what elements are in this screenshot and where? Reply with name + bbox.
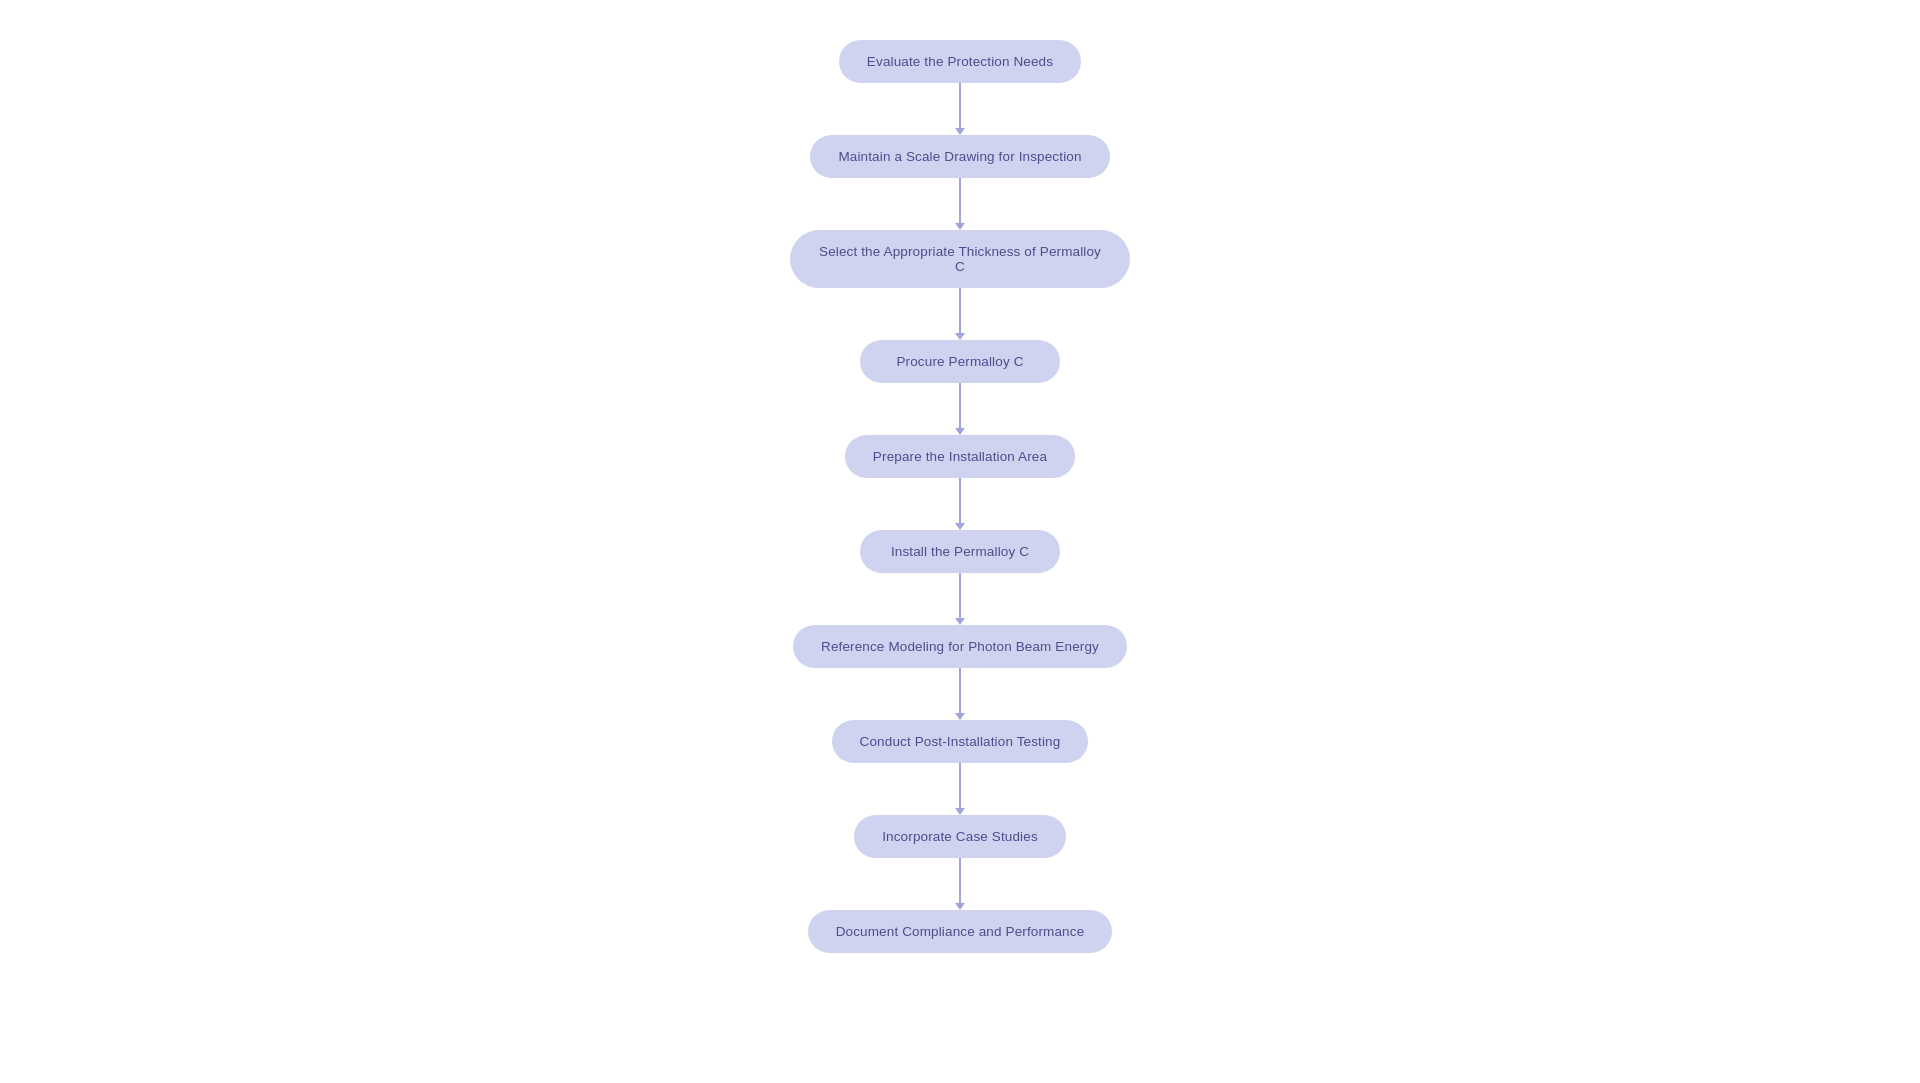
arrow-head-6 (955, 618, 965, 625)
node-4[interactable]: Procure Permalloy C (860, 340, 1060, 383)
node-10[interactable]: Document Compliance and Performance (808, 910, 1113, 953)
node-5[interactable]: Prepare the Installation Area (845, 435, 1075, 478)
node-7[interactable]: Reference Modeling for Photon Beam Energ… (793, 625, 1127, 668)
node-1[interactable]: Evaluate the Protection Needs (839, 40, 1081, 83)
arrow-head-4 (955, 428, 965, 435)
flow-arrow-6 (955, 573, 965, 625)
flow-arrow-3 (955, 288, 965, 340)
flow-arrow-9 (955, 858, 965, 910)
flowchart: Evaluate the Protection Needs Maintain a … (760, 10, 1160, 983)
arrow-line-7 (959, 668, 961, 713)
arrow-line-2 (959, 178, 961, 223)
flow-arrow-4 (955, 383, 965, 435)
arrow-head-3 (955, 333, 965, 340)
node-2[interactable]: Maintain a Scale Drawing for Inspection (810, 135, 1109, 178)
arrow-head-5 (955, 523, 965, 530)
flow-arrow-7 (955, 668, 965, 720)
node-6[interactable]: Install the Permalloy C (860, 530, 1060, 573)
flow-arrow-2 (955, 178, 965, 230)
node-8[interactable]: Conduct Post-Installation Testing (832, 720, 1089, 763)
arrow-head-2 (955, 223, 965, 230)
flow-arrow-5 (955, 478, 965, 530)
arrow-line-1 (959, 83, 961, 128)
flow-arrow-8 (955, 763, 965, 815)
arrow-head-8 (955, 808, 965, 815)
flow-arrow-1 (955, 83, 965, 135)
arrow-line-9 (959, 858, 961, 903)
node-9[interactable]: Incorporate Case Studies (854, 815, 1066, 858)
arrow-line-3 (959, 288, 961, 333)
arrow-line-6 (959, 573, 961, 618)
arrow-head-7 (955, 713, 965, 720)
arrow-line-4 (959, 383, 961, 428)
arrow-head-1 (955, 128, 965, 135)
arrow-line-8 (959, 763, 961, 808)
arrow-head-9 (955, 903, 965, 910)
arrow-line-5 (959, 478, 961, 523)
node-3[interactable]: Select the Appropriate Thickness of Perm… (790, 230, 1130, 288)
